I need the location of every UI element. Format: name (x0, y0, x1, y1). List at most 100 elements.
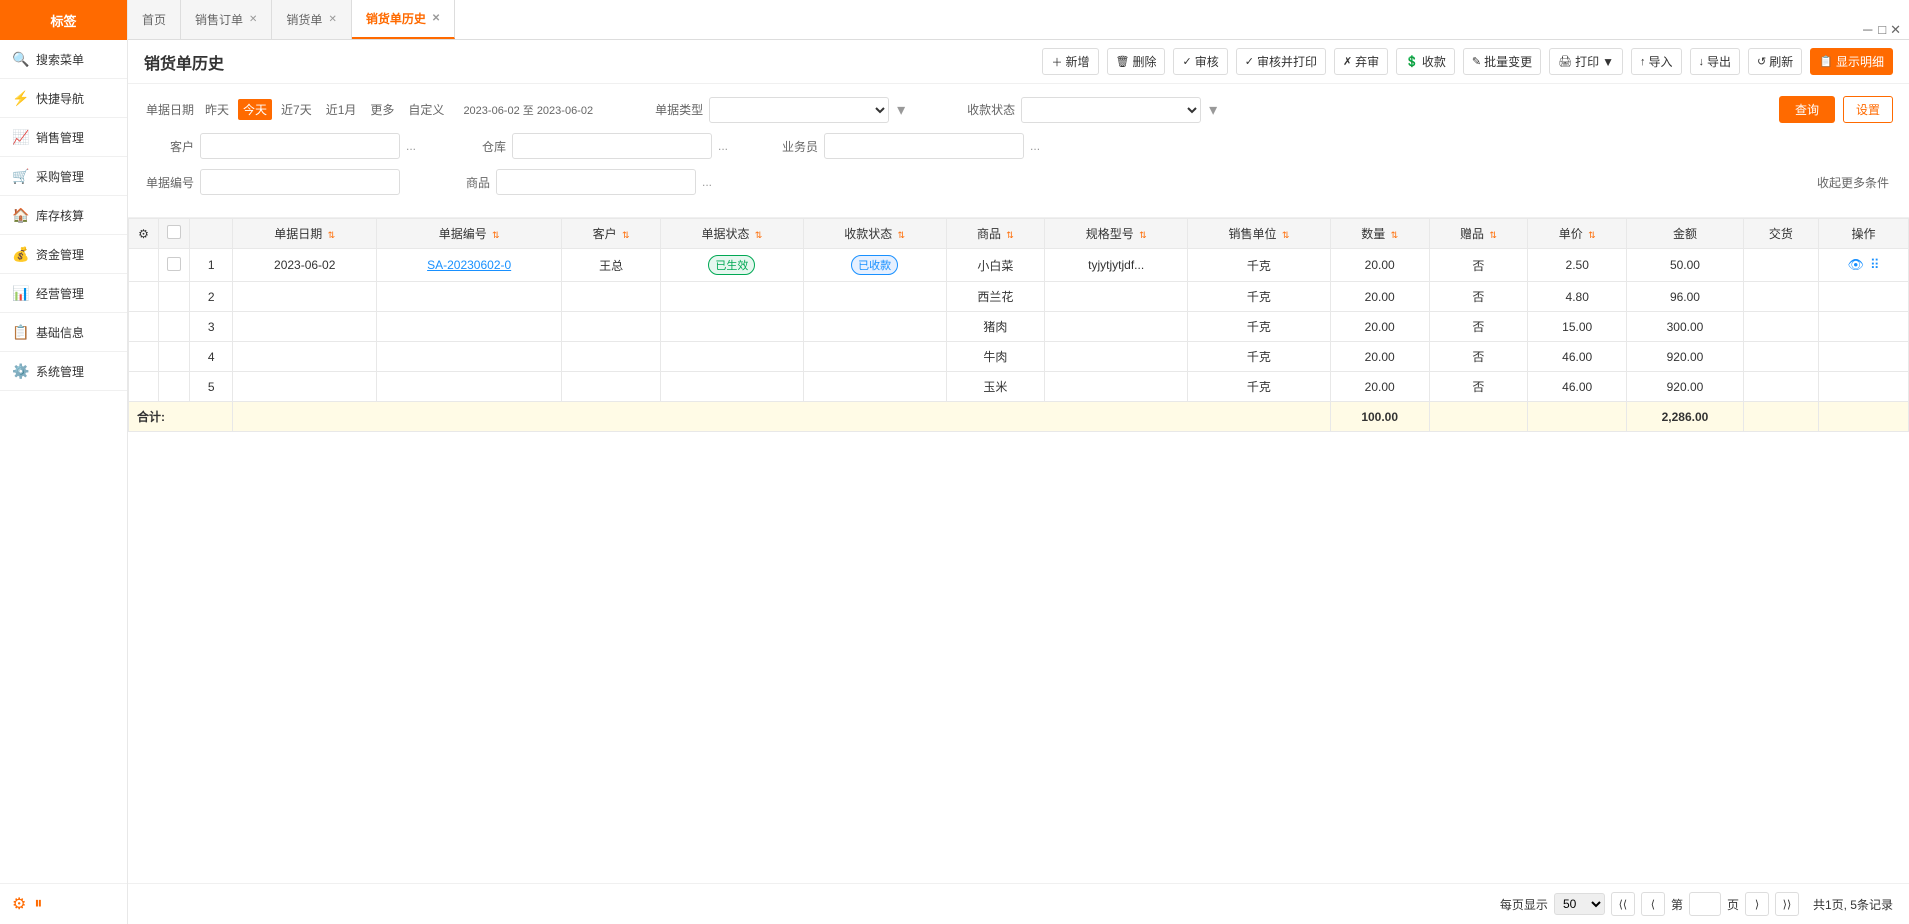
audit-print-button[interactable]: ✓ 审核并打印 (1236, 48, 1326, 75)
col-header-check[interactable] (159, 219, 190, 249)
sort-price-icon: ⇅ (1588, 230, 1596, 240)
refresh-button[interactable]: ↺ 刷新 (1748, 48, 1802, 75)
cell-unit: 千克 (1188, 342, 1331, 372)
page-first-btn[interactable]: ⟨⟨ (1611, 892, 1635, 916)
sidebar-item-finance[interactable]: 💰 资金管理 (0, 235, 127, 274)
select-all-checkbox[interactable] (167, 225, 181, 239)
doc-type-dropdown-icon[interactable]: ▾ (897, 100, 905, 120)
audit-button[interactable]: ✓ 审核 (1173, 48, 1227, 75)
col-header-settings[interactable]: ⚙ (129, 219, 159, 249)
tab-maximize-icon[interactable]: □ (1878, 22, 1886, 37)
sidebar-item-basic[interactable]: 📋 基础信息 (0, 313, 127, 352)
doc-type-select[interactable] (709, 97, 889, 123)
col-header-spec[interactable]: 规格型号 ⇅ (1045, 219, 1188, 249)
abandon-button[interactable]: ✗ 弃审 (1334, 48, 1388, 75)
page-next-btn[interactable]: ⟩ (1745, 892, 1769, 916)
payment-status-select[interactable] (1021, 97, 1201, 123)
cell-doc-no[interactable] (377, 372, 562, 402)
batch-change-button[interactable]: ✎ 批量变更 (1463, 48, 1541, 75)
page-last-btn[interactable]: ⟩⟩ (1775, 892, 1799, 916)
more-icon[interactable]: ⠿ (1870, 257, 1880, 273)
sidebar-item-quick-nav[interactable]: ⚡ 快捷导航 (0, 79, 127, 118)
date-range: 2023-06-02 至 2023-06-02 (463, 102, 593, 118)
cell-doc-status (661, 372, 804, 402)
cell-check[interactable] (159, 282, 190, 312)
print-button[interactable]: 🖨 打印 ▼ (1549, 48, 1623, 75)
tab-sale-goods[interactable]: 销货单 ✕ (272, 0, 351, 39)
page-input[interactable]: 1 (1689, 892, 1721, 916)
col-header-gift[interactable]: 赠品 ⇅ (1429, 219, 1528, 249)
tab-bar-actions: － □ ✕ (1861, 20, 1909, 39)
col-header-goods[interactable]: 商品 ⇅ (946, 219, 1045, 249)
page-prev-btn[interactable]: ⟨ (1641, 892, 1665, 916)
set-button[interactable]: 设置 (1843, 96, 1893, 123)
tab-minimize-icon[interactable]: － (1861, 20, 1874, 39)
tab-sales-order[interactable]: 销售订单 ✕ (181, 0, 272, 39)
sidebar-item-label: 基础信息 (36, 324, 84, 341)
inventory-icon: 🏠 (12, 206, 30, 224)
date-btn-today[interactable]: 今天 (238, 99, 272, 120)
customer-input[interactable] (200, 133, 400, 159)
col-header-doc-date[interactable]: 单据日期 ⇅ (233, 219, 377, 249)
date-btn-7days[interactable]: 近7天 (276, 99, 317, 120)
date-btn-yesterday[interactable]: 昨天 (200, 99, 234, 120)
tab-sale-goods-history[interactable]: 销货单历史 ✕ (352, 0, 455, 39)
doc-no-input[interactable] (200, 169, 400, 195)
cell-doc-no[interactable]: SA-20230602-0 (377, 249, 562, 282)
tab-close-sale-goods-history[interactable]: ✕ (432, 13, 440, 24)
cell-check[interactable] (159, 312, 190, 342)
col-header-doc-no[interactable]: 单据编号 ⇅ (377, 219, 562, 249)
collect-button[interactable]: 💲 收款 (1396, 48, 1455, 75)
tab-close-window-icon[interactable]: ✕ (1890, 22, 1901, 38)
cell-check[interactable] (159, 372, 190, 402)
sidebar-settings-icon[interactable]: ⚙ (12, 894, 26, 914)
warehouse-input[interactable] (512, 133, 712, 159)
sidebar-item-system[interactable]: ⚙️ 系统管理 (0, 352, 127, 391)
col-header-unit[interactable]: 销售单位 ⇅ (1188, 219, 1331, 249)
col-header-qty[interactable]: 数量 ⇅ (1330, 219, 1429, 249)
customer-ellipsis[interactable]: ... (406, 139, 416, 153)
page-size-select[interactable]: 50 100 (1554, 893, 1605, 915)
salesperson-input[interactable] (824, 133, 1024, 159)
print-dropdown-arrow: ▼ (1602, 55, 1614, 69)
salesperson-ellipsis[interactable]: ... (1030, 139, 1040, 153)
cell-doc-no[interactable] (377, 282, 562, 312)
query-button[interactable]: 查询 (1779, 96, 1835, 123)
sidebar-item-sales[interactable]: 📈 销售管理 (0, 118, 127, 157)
cell-check[interactable] (159, 249, 190, 282)
view-icon[interactable]: 👁 (1847, 257, 1864, 273)
date-btn-custom[interactable]: 自定义 (403, 99, 449, 120)
audit-icon: ✓ (1182, 55, 1191, 68)
col-header-doc-status[interactable]: 单据状态 ⇅ (661, 219, 804, 249)
cell-check[interactable] (159, 342, 190, 372)
tab-home[interactable]: 首页 (128, 0, 181, 39)
goods-input[interactable] (496, 169, 696, 195)
delete-button[interactable]: 🗑 删除 (1107, 48, 1166, 75)
cell-doc-no[interactable] (377, 312, 562, 342)
sidebar-collapse-icon[interactable]: ⏸ (34, 895, 42, 913)
tab-close-sale-goods[interactable]: ✕ (328, 14, 336, 25)
goods-ellipsis[interactable]: ... (702, 175, 712, 189)
doc-no-link[interactable]: SA-20230602-0 (427, 258, 511, 272)
warehouse-ellipsis[interactable]: ... (718, 139, 728, 153)
import-button[interactable]: ↑ 导入 (1631, 48, 1682, 75)
sidebar-item-purchase[interactable]: 🛒 采购管理 (0, 157, 127, 196)
tab-close-sales-order[interactable]: ✕ (249, 14, 257, 25)
col-header-rowno (190, 219, 233, 249)
export-button[interactable]: ↓ 导出 (1690, 48, 1741, 75)
sort-doc-date-icon: ⇅ (328, 230, 336, 240)
show-detail-button[interactable]: 📋 显示明细 (1810, 48, 1893, 75)
date-btn-1month[interactable]: 近1月 (321, 99, 362, 120)
collapse-button[interactable]: 收起更多条件 (1813, 170, 1893, 195)
date-btn-more[interactable]: 更多 (365, 99, 399, 120)
add-button[interactable]: ＋ 新增 (1042, 48, 1098, 75)
row-checkbox[interactable] (167, 257, 181, 271)
col-header-price[interactable]: 单价 ⇅ (1528, 219, 1627, 249)
payment-status-dropdown-icon[interactable]: ▾ (1209, 100, 1217, 120)
col-header-customer[interactable]: 客户 ⇅ (562, 219, 661, 249)
sidebar-item-search-menu[interactable]: 🔍 搜索菜单 (0, 40, 127, 79)
sidebar-item-ops[interactable]: 📊 经营管理 (0, 274, 127, 313)
col-header-payment-status[interactable]: 收款状态 ⇅ (803, 219, 946, 249)
cell-doc-no[interactable] (377, 342, 562, 372)
sidebar-item-inventory[interactable]: 🏠 库存核算 (0, 196, 127, 235)
